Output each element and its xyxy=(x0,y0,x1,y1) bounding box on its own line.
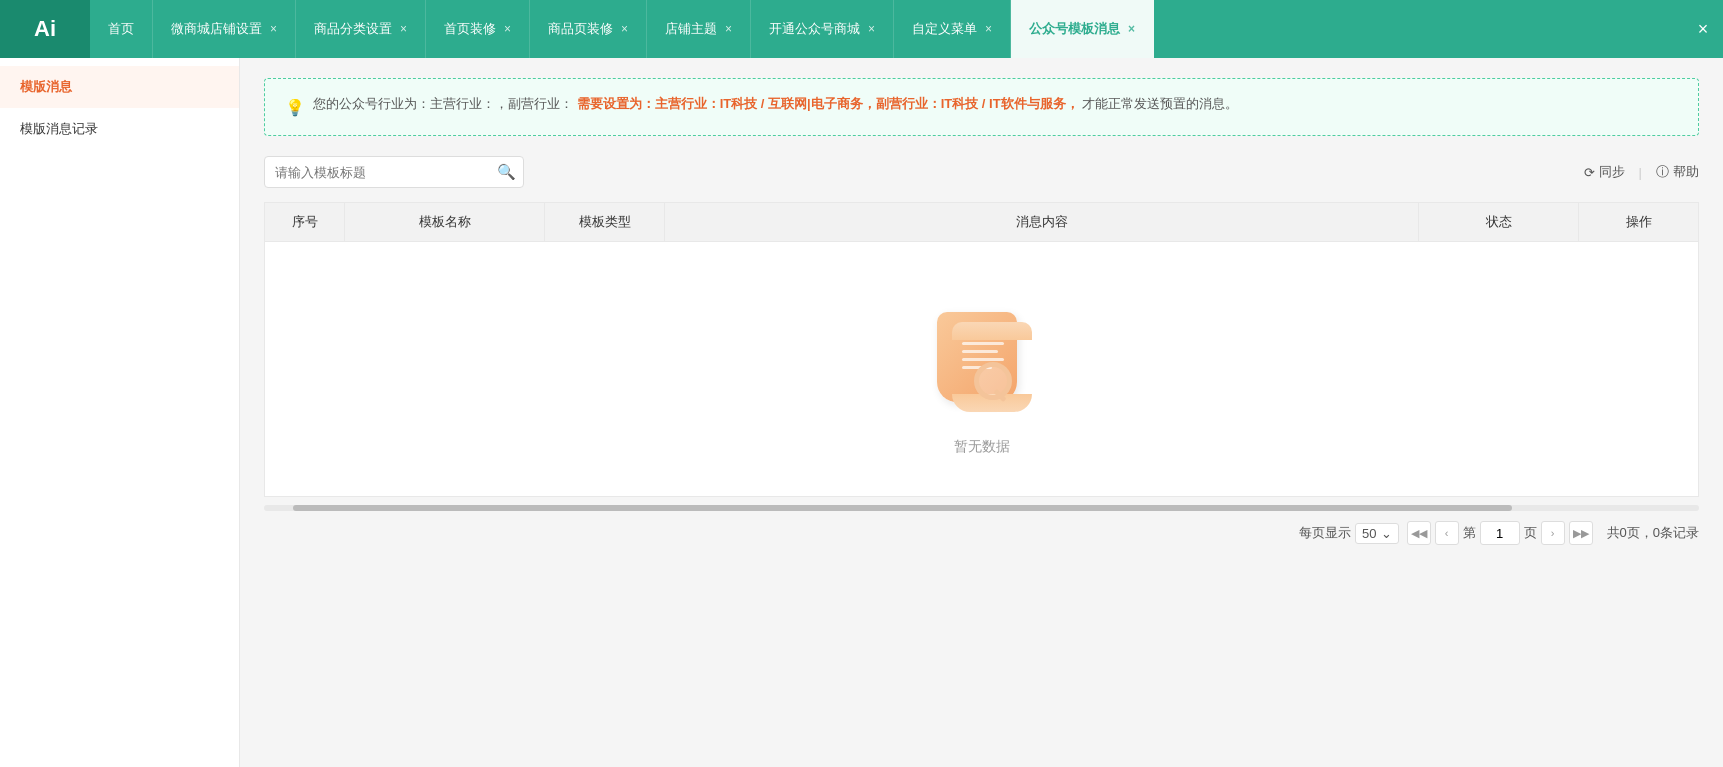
tab-theme[interactable]: 店铺主题 × xyxy=(647,0,751,58)
sidebar-item-template-record[interactable]: 模版消息记录 xyxy=(0,108,239,150)
search-bar: 🔍 ⟳ 同步 | ⓘ 帮助 xyxy=(264,156,1699,188)
sync-icon: ⟳ xyxy=(1584,165,1595,180)
page-number-input[interactable] xyxy=(1480,521,1520,545)
page-size-dropdown[interactable]: 50 ⌄ xyxy=(1355,523,1398,544)
last-page-button[interactable]: ▶▶ xyxy=(1569,521,1593,545)
tab-mall-label: 开通公众号商城 xyxy=(769,20,860,38)
close-category-icon[interactable]: × xyxy=(400,22,407,36)
search-input[interactable] xyxy=(264,156,524,188)
close-product-icon[interactable]: × xyxy=(621,22,628,36)
scroll-line-1 xyxy=(962,342,1004,345)
notice-text: 您的公众号行业为：主营行业：，副营行业： 需要设置为：主营行业：IT科技 / 互… xyxy=(313,93,1238,115)
search-input-wrap: 🔍 xyxy=(264,156,524,188)
sidebar-item-template-msg-label: 模版消息 xyxy=(20,79,72,94)
pagination: 每页显示 50 ⌄ ◀◀ ‹ 第 页 › ▶▶ 共0页，0条记录 xyxy=(264,521,1699,545)
close-theme-icon[interactable]: × xyxy=(725,22,732,36)
col-status: 状态 xyxy=(1419,203,1579,242)
notice-box: 💡 您的公众号行业为：主营行业：，副营行业： 需要设置为：主营行业：IT科技 /… xyxy=(264,78,1699,136)
page-size-label: 每页显示 xyxy=(1299,524,1351,542)
tab-weishop[interactable]: 微商城店铺设置 × xyxy=(153,0,296,58)
sidebar-item-template-msg[interactable]: 模版消息 xyxy=(0,66,239,108)
close-menu-icon[interactable]: × xyxy=(985,22,992,36)
tab-homepage[interactable]: 首页装修 × xyxy=(426,0,530,58)
page-total: 共0页，0条记录 xyxy=(1607,524,1699,542)
help-icon: ⓘ xyxy=(1656,163,1669,181)
tab-category-label: 商品分类设置 xyxy=(314,20,392,38)
col-content: 消息内容 xyxy=(665,203,1419,242)
tab-theme-label: 店铺主题 xyxy=(665,20,717,38)
search-icon[interactable]: 🔍 xyxy=(497,163,516,181)
tab-menu-label: 自定义菜单 xyxy=(912,20,977,38)
tab-template[interactable]: 公众号模板消息 × xyxy=(1011,0,1154,58)
notice-icon: 💡 xyxy=(285,94,305,121)
empty-state: 暂无数据 xyxy=(265,242,1698,496)
main-layout: 模版消息 模版消息记录 💡 您的公众号行业为：主营行业：，副营行业： 需要设置为… xyxy=(0,58,1723,767)
first-page-button[interactable]: ◀◀ xyxy=(1407,521,1431,545)
next-page-button[interactable]: › xyxy=(1541,521,1565,545)
empty-row: 暂无数据 xyxy=(265,242,1699,497)
scroll-body xyxy=(937,312,1017,402)
scroll-top xyxy=(952,322,1032,340)
data-table: 序号 模板名称 模板类型 消息内容 状态 操作 xyxy=(264,202,1699,497)
close-mall-icon[interactable]: × xyxy=(868,22,875,36)
page-size-value: 50 xyxy=(1362,526,1376,541)
tab-menu[interactable]: 自定义菜单 × xyxy=(894,0,1011,58)
sidebar-item-template-record-label: 模版消息记录 xyxy=(20,121,98,136)
sidebar: 模版消息 模版消息记录 xyxy=(0,58,240,767)
sync-label: 同步 xyxy=(1599,163,1625,181)
scroll-line-2 xyxy=(962,350,998,353)
sync-button[interactable]: ⟳ 同步 xyxy=(1584,163,1625,181)
tab-category[interactable]: 商品分类设置 × xyxy=(296,0,426,58)
col-type: 模板类型 xyxy=(545,203,665,242)
close-weishop-icon[interactable]: × xyxy=(270,22,277,36)
col-action: 操作 xyxy=(1579,203,1699,242)
col-seq: 序号 xyxy=(265,203,345,242)
col-name: 模板名称 xyxy=(345,203,545,242)
magnify-glass-icon xyxy=(974,362,1012,400)
chevron-down-icon: ⌄ xyxy=(1381,526,1392,541)
toolbar-divider: | xyxy=(1639,165,1642,180)
help-button[interactable]: ⓘ 帮助 xyxy=(1656,163,1699,181)
tab-product-label: 商品页装修 xyxy=(548,20,613,38)
content-area: 💡 您的公众号行业为：主营行业：，副营行业： 需要设置为：主营行业：IT科技 /… xyxy=(240,58,1723,767)
table-body: 暂无数据 xyxy=(265,242,1699,497)
tab-home-label: 首页 xyxy=(108,20,134,38)
table-header-row: 序号 模板名称 模板类型 消息内容 状态 操作 xyxy=(265,203,1699,242)
tab-product[interactable]: 商品页装修 × xyxy=(530,0,647,58)
page-size-select: 每页显示 50 ⌄ xyxy=(1299,523,1398,544)
logo: Ai xyxy=(0,0,90,58)
scroll-thumb[interactable] xyxy=(293,505,1513,511)
prev-page-button[interactable]: ‹ xyxy=(1435,521,1459,545)
tab-home[interactable]: 首页 xyxy=(90,0,153,58)
help-label: 帮助 xyxy=(1673,163,1699,181)
page-nav: ◀◀ ‹ 第 页 › ▶▶ xyxy=(1407,521,1593,545)
di-label: 第 xyxy=(1463,524,1476,542)
nav-tabs: 首页 微商城店铺设置 × 商品分类设置 × 首页装修 × 商品页装修 × 店铺主… xyxy=(90,0,1683,58)
close-template-icon[interactable]: × xyxy=(1128,22,1135,36)
tab-weishop-label: 微商城店铺设置 xyxy=(171,20,262,38)
empty-illustration xyxy=(922,302,1042,422)
table-header: 序号 模板名称 模板类型 消息内容 状态 操作 xyxy=(265,203,1699,242)
close-all-button[interactable]: × xyxy=(1683,0,1723,58)
top-nav: Ai 首页 微商城店铺设置 × 商品分类设置 × 首页装修 × 商品页装修 × … xyxy=(0,0,1723,58)
tab-mall[interactable]: 开通公众号商城 × xyxy=(751,0,894,58)
toolbar-right: ⟳ 同步 | ⓘ 帮助 xyxy=(1584,163,1699,181)
scroll-track[interactable] xyxy=(264,505,1699,511)
page-unit: 页 xyxy=(1524,524,1537,542)
tab-homepage-label: 首页装修 xyxy=(444,20,496,38)
empty-text: 暂无数据 xyxy=(954,438,1010,456)
close-homepage-icon[interactable]: × xyxy=(504,22,511,36)
tab-template-label: 公众号模板消息 xyxy=(1029,20,1120,38)
scroll-line-3 xyxy=(962,358,1004,361)
